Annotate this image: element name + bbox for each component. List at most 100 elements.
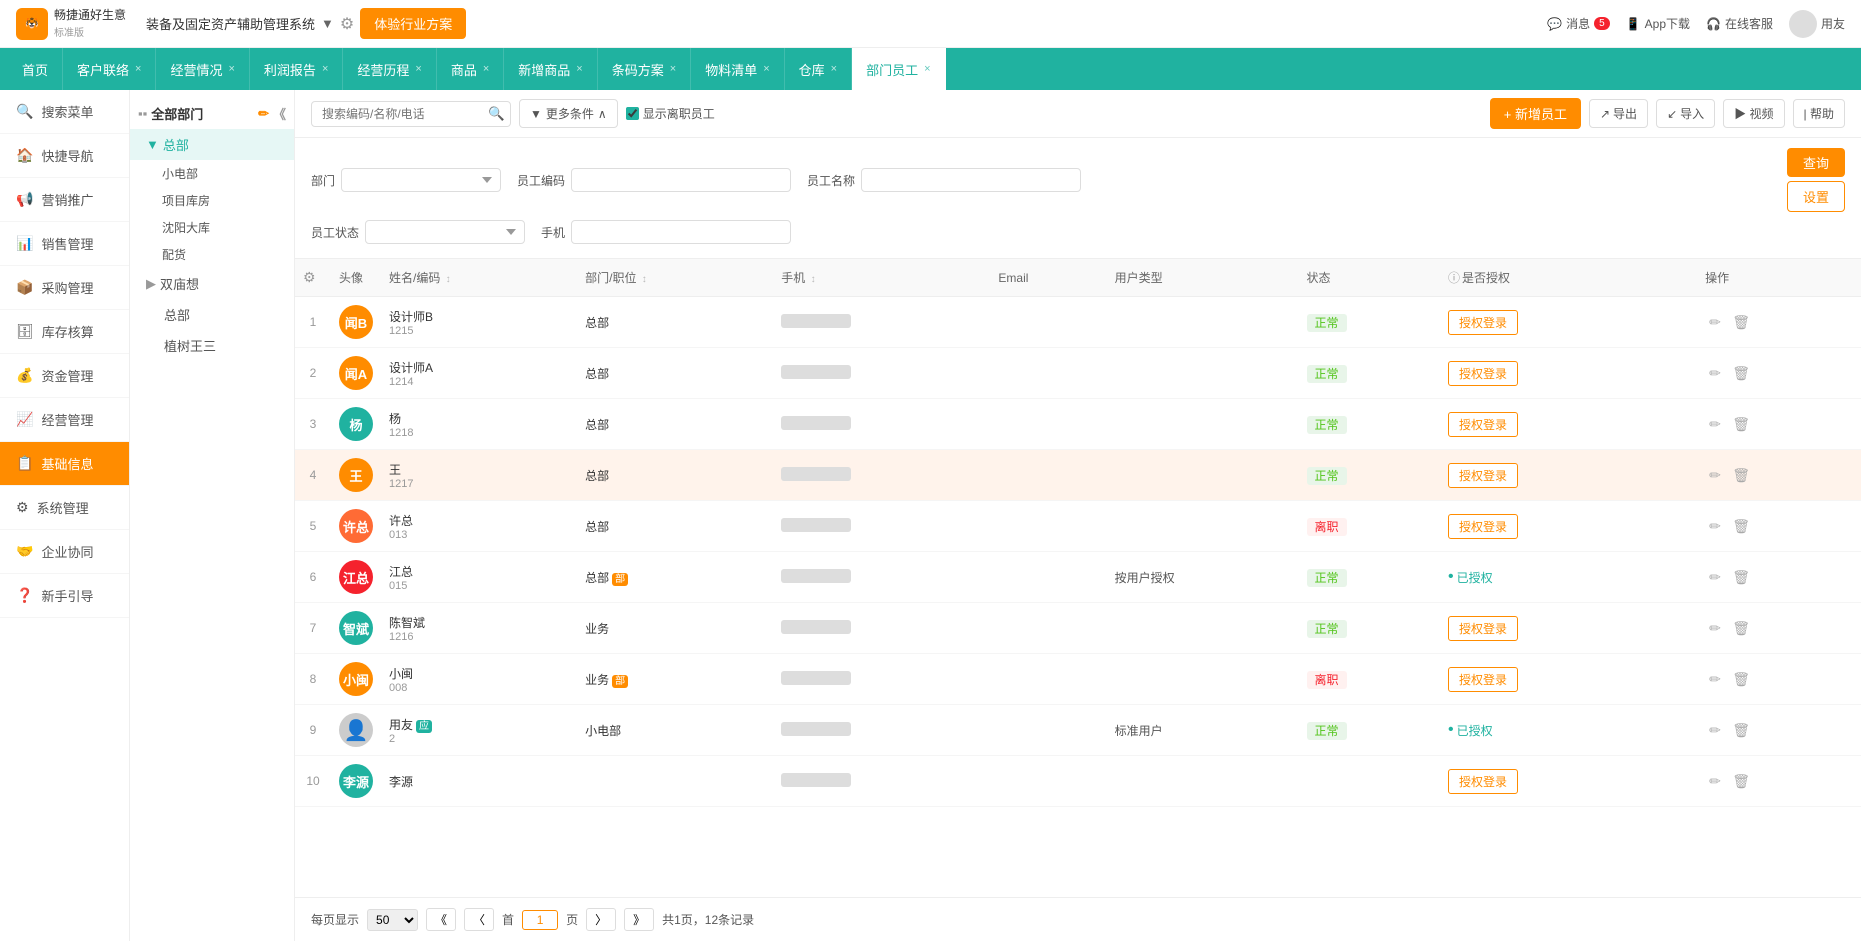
left-nav-快捷导航[interactable]: 🏠快捷导航 (0, 134, 129, 178)
left-nav-营销推广[interactable]: 📢营销推广 (0, 178, 129, 222)
last-page-button[interactable]: 》 (624, 908, 654, 931)
sort-dept-icon[interactable]: ↕ (642, 274, 647, 285)
status-select[interactable] (365, 220, 525, 244)
employee-name-input[interactable] (861, 168, 1081, 192)
close-tab-icon[interactable]: × (415, 63, 421, 75)
edit-button[interactable]: ✏ (1705, 771, 1725, 792)
search-button[interactable]: 🔍 (488, 106, 505, 122)
dept-item-zongbu[interactable]: 总部 (130, 299, 294, 330)
page-size-select[interactable]: 50 100 (367, 909, 418, 931)
auth-button[interactable]: 授权登录 (1448, 616, 1518, 641)
left-nav-搜索菜单[interactable]: 🔍搜索菜单 (0, 90, 129, 134)
close-tab-icon[interactable]: × (763, 63, 769, 75)
nav-item-物料清单[interactable]: 物料清单× (691, 48, 784, 90)
export-button[interactable]: ↗ 导出 (1589, 99, 1648, 128)
delete-button[interactable]: 🗑 (1728, 720, 1754, 741)
view-button[interactable]: ▶ 视频 (1723, 99, 1784, 128)
left-nav-采购管理[interactable]: 📦采购管理 (0, 266, 129, 310)
delete-button[interactable]: 🗑 (1728, 414, 1754, 435)
phone-input[interactable] (571, 220, 791, 244)
nav-item-客户联络[interactable]: 客户联络× (63, 48, 156, 90)
left-nav-基础信息[interactable]: 📋基础信息 (0, 442, 129, 486)
edit-button[interactable]: ✏ (1705, 567, 1725, 588)
sort-name-icon[interactable]: ↕ (446, 274, 451, 285)
auth-button[interactable]: 授权登录 (1448, 412, 1518, 437)
edit-button[interactable]: ✏ (1705, 618, 1725, 639)
close-tab-icon[interactable]: × (831, 63, 837, 75)
close-tab-icon[interactable]: × (483, 63, 489, 75)
dept-item-shuangmiao[interactable]: ▶ 双庙想 (130, 268, 294, 299)
delete-button[interactable]: 🗑 (1728, 516, 1754, 537)
left-nav-经营管理[interactable]: 📈经营管理 (0, 398, 129, 442)
auth-button[interactable]: 授权登录 (1448, 361, 1518, 386)
edit-button[interactable]: ✏ (1705, 720, 1725, 741)
auth-button[interactable]: 授权登录 (1448, 310, 1518, 335)
left-nav-企业协同[interactable]: 🤝企业协同 (0, 530, 129, 574)
delete-button[interactable]: 🗑 (1728, 771, 1754, 792)
auth-button[interactable]: 授权登录 (1448, 463, 1518, 488)
dept-sub-item-shenyang[interactable]: 沈阳大库 (154, 214, 294, 241)
edit-button[interactable]: ✏ (1705, 516, 1725, 537)
settings-icon[interactable]: ⚙ (340, 14, 354, 34)
dept-item-headquarters[interactable]: ▼ 总部 (130, 129, 294, 160)
nav-item-首页[interactable]: 首页 (8, 48, 63, 90)
nav-item-新增商品[interactable]: 新增商品× (504, 48, 597, 90)
import-button[interactable]: ↙ 导入 (1656, 99, 1715, 128)
nav-item-条码方案[interactable]: 条码方案× (598, 48, 691, 90)
edit-button[interactable]: ✏ (1705, 312, 1725, 333)
auth-button[interactable]: 授权登录 (1448, 514, 1518, 539)
nav-item-利润报告[interactable]: 利润报告× (250, 48, 343, 90)
system-title-dropdown[interactable]: ▼ (321, 16, 334, 31)
online-service-action[interactable]: 🎧 在线客服 (1706, 15, 1773, 32)
first-page-button[interactable]: 《 (426, 908, 456, 931)
delete-button[interactable]: 🗑 (1728, 312, 1754, 333)
app-download-action[interactable]: 📱 App下载 (1626, 15, 1690, 32)
prev-page-button[interactable]: 〈 (464, 908, 494, 931)
show-resigned-label[interactable]: 显示离职员工 (626, 105, 715, 122)
edit-button[interactable]: ✏ (1705, 363, 1725, 384)
delete-button[interactable]: 🗑 (1728, 465, 1754, 486)
dept-select[interactable] (341, 168, 501, 192)
close-tab-icon[interactable]: × (670, 63, 676, 75)
trial-button[interactable]: 体验行业方案 (360, 8, 466, 39)
nav-item-仓库[interactable]: 仓库× (785, 48, 852, 90)
left-nav-资金管理[interactable]: 💰资金管理 (0, 354, 129, 398)
auth-button[interactable]: 授权登录 (1448, 769, 1518, 794)
next-page-button[interactable]: 〉 (586, 908, 616, 931)
nav-item-部门员工[interactable]: 部门员工× (852, 48, 945, 90)
more-filter-button[interactable]: ▼ 更多条件 ∧ (519, 99, 618, 128)
close-tab-icon[interactable]: × (322, 63, 328, 75)
dept-sub-item-peihuo[interactable]: 配货 (154, 241, 294, 268)
help-button[interactable]: | 帮助 (1793, 99, 1845, 128)
dept-sub-item-project[interactable]: 项目库房 (154, 187, 294, 214)
nav-item-经营历程[interactable]: 经营历程× (343, 48, 436, 90)
show-resigned-checkbox[interactable] (626, 107, 639, 120)
edit-dept-icon[interactable]: ✏ (258, 106, 269, 122)
page-input[interactable] (522, 910, 558, 930)
left-nav-系统管理[interactable]: ⚙系统管理 (0, 486, 129, 530)
edit-button[interactable]: ✏ (1705, 669, 1725, 690)
auth-button[interactable]: 授权登录 (1448, 667, 1518, 692)
gear-icon[interactable]: ⚙ (303, 269, 316, 285)
delete-button[interactable]: 🗑 (1728, 363, 1754, 384)
messages-action[interactable]: 💬 消息 5 (1547, 15, 1610, 32)
close-tab-icon[interactable]: × (228, 63, 234, 75)
delete-button[interactable]: 🗑 (1728, 669, 1754, 690)
left-nav-库存核算[interactable]: 🗄库存核算 (0, 310, 129, 354)
user-area[interactable]: 用友 (1789, 10, 1845, 38)
dept-sub-item-xiaodian[interactable]: 小电部 (154, 160, 294, 187)
nav-item-经营情况[interactable]: 经营情况× (156, 48, 249, 90)
collapse-icon[interactable]: 《 (273, 104, 286, 123)
sort-phone-icon[interactable]: ↕ (811, 274, 816, 285)
delete-button[interactable]: 🗑 (1728, 618, 1754, 639)
close-tab-icon[interactable]: × (135, 63, 141, 75)
delete-button[interactable]: 🗑 (1728, 567, 1754, 588)
add-employee-button[interactable]: + 新增员工 (1490, 98, 1581, 129)
query-button[interactable]: 查询 (1787, 148, 1845, 177)
edit-button[interactable]: ✏ (1705, 414, 1725, 435)
close-tab-icon[interactable]: × (924, 63, 930, 75)
info-icon[interactable]: ⓘ (1448, 271, 1460, 285)
dept-item-zhishu[interactable]: 植树王三 (130, 330, 294, 361)
nav-item-商品[interactable]: 商品× (437, 48, 504, 90)
edit-button[interactable]: ✏ (1705, 465, 1725, 486)
